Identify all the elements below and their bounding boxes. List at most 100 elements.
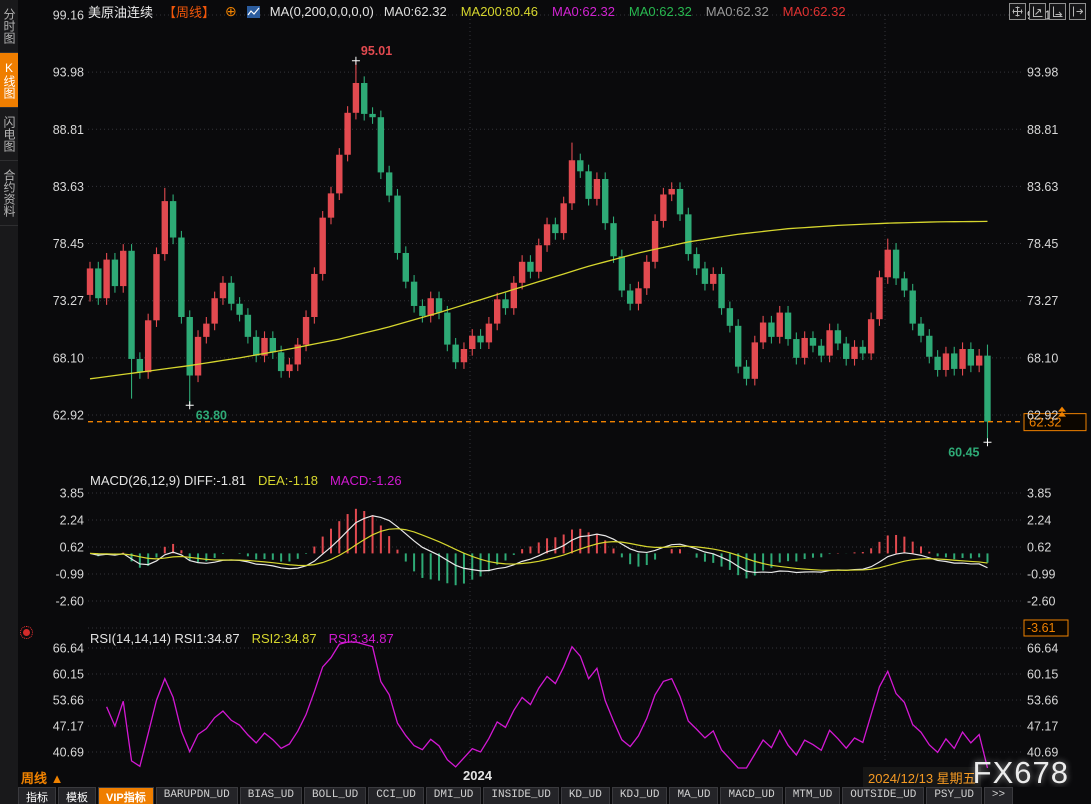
svg-text:-0.99: -0.99	[56, 568, 85, 582]
price-axis-labels: 99.1699.1693.9893.9888.8188.8183.6383.63…	[53, 9, 1059, 423]
candlestick-mini-icon	[246, 5, 260, 18]
ma-value-label: MA0:62.32	[628, 4, 692, 19]
svg-text:66.64: 66.64	[1027, 642, 1058, 656]
period-tag: 【周线】	[163, 5, 216, 20]
svg-text:73.27: 73.27	[53, 294, 84, 308]
svg-text:40.69: 40.69	[53, 746, 84, 760]
gridlines	[88, 14, 1022, 763]
sidebar-item-time-chart[interactable]: 分时图	[0, 0, 18, 53]
tab-DMI_UD[interactable]: DMI_UD	[425, 787, 482, 804]
svg-text:47.17: 47.17	[53, 720, 84, 734]
trading-app: 62.3295.0163.8060.4599.1699.1693.9893.98…	[0, 0, 1091, 804]
rsi-axis-labels: 66.64 66.64 60.15 60.15 53.66 53.66 47.17 47.17…	[53, 642, 1059, 760]
svg-text:0.62: 0.62	[60, 541, 84, 555]
svg-text:66.64: 66.64	[53, 642, 84, 656]
svg-text:62.92: 62.92	[53, 408, 84, 422]
svg-text:83.63: 83.63	[1027, 180, 1058, 194]
price-annotation: 95.01	[351, 44, 392, 65]
macd-macd-label: MACD:-1.26	[330, 473, 402, 488]
svg-text:-0.99: -0.99	[1027, 568, 1056, 582]
svg-text:-3.61: -3.61	[1027, 621, 1056, 635]
svg-text:73.27: 73.27	[1027, 294, 1058, 308]
macd-dea-label: DEA:-1.18	[258, 473, 319, 488]
svg-text:78.45: 78.45	[53, 237, 84, 251]
tab-OUTSIDE_UD[interactable]: OUTSIDE_UD	[842, 787, 925, 804]
sidebar-item-flash-chart[interactable]: 闪电图	[0, 108, 18, 161]
svg-text:2.24: 2.24	[60, 514, 84, 528]
ma-value-label: MA0:62.32	[705, 4, 769, 19]
sidebar-item-kline-chart[interactable]: K线图	[0, 53, 18, 108]
tab-BARUPDN_UD[interactable]: BARUPDN_UD	[155, 787, 238, 804]
price-annotation: 60.45	[948, 438, 992, 459]
svg-text:93.98: 93.98	[53, 66, 84, 80]
symbol-name: 美原油连续	[88, 5, 154, 20]
rsi-line	[106, 641, 989, 769]
x-axis-year-label: 2024	[463, 768, 492, 783]
svg-text:0.62: 0.62	[1027, 541, 1051, 555]
sidebar-item-contract-info[interactable]: 合约资料	[0, 161, 18, 226]
svg-text:47.17: 47.17	[1027, 720, 1058, 734]
tab-模板[interactable]: 模板	[58, 787, 96, 804]
macd-main-label: MACD(26,12,9) DIFF:-1.81	[90, 473, 247, 488]
ma-value-label: MA0:62.32	[782, 4, 846, 19]
tab-指标[interactable]: 指标	[18, 787, 56, 804]
tab-MA_UD[interactable]: MA_UD	[669, 787, 719, 804]
tab-PSY_UD[interactable]: PSY_UD	[926, 787, 982, 804]
pan-chart-icon[interactable]	[1009, 3, 1026, 20]
svg-text:88.81: 88.81	[53, 123, 84, 137]
ma-params-label: MA(0,200,0,0,0,0)	[269, 4, 374, 19]
cursor-date-label: 2024/12/13 星期五	[863, 767, 981, 788]
ma-value-label: MA0:62.32	[383, 4, 447, 19]
svg-text:60.15: 60.15	[53, 668, 84, 682]
shift-right-icon[interactable]	[1069, 3, 1086, 20]
fx678-watermark: FX678	[972, 755, 1069, 790]
svg-text:3.85: 3.85	[60, 487, 84, 501]
chart-canvas[interactable]: 62.3295.0163.8060.4599.1699.1693.9893.98…	[0, 0, 1091, 788]
chart-header: 美原油连续 【周线】 ⊕ MA(0,200,0,0,0,0) MA0:62.32…	[88, 2, 846, 21]
svg-text:93.98: 93.98	[1027, 66, 1058, 80]
chart-type-sidebar: 分时图 K线图 闪电图 合约资料	[0, 0, 18, 804]
tab-CCI_UD[interactable]: CCI_UD	[368, 787, 424, 804]
macd-bottom-tag: -3.61	[1023, 619, 1069, 637]
tab-MACD_UD[interactable]: MACD_UD	[720, 787, 783, 804]
price-annotation: 63.80	[185, 401, 227, 422]
svg-text:99.16: 99.16	[53, 9, 84, 23]
svg-text:63.80: 63.80	[196, 408, 227, 422]
svg-text:2.24: 2.24	[1027, 514, 1051, 528]
tab-MTM_UD[interactable]: MTM_UD	[784, 787, 841, 804]
tab-BIAS_UD[interactable]: BIAS_UD	[239, 787, 302, 804]
add-indicator-icon[interactable]: ⊕	[225, 3, 237, 20]
fit-horizontal-icon[interactable]	[1049, 3, 1066, 20]
svg-text:88.81: 88.81	[1027, 123, 1058, 137]
rsi3-label: RSI3:34.87	[328, 631, 394, 646]
candlestick-series	[86, 60, 991, 443]
tab-BOLL_UD[interactable]: BOLL_UD	[303, 787, 367, 804]
period-selector[interactable]: 周线 ▲	[21, 768, 63, 787]
svg-text:-2.60: -2.60	[56, 595, 85, 609]
svg-text:62.92: 62.92	[1027, 408, 1058, 422]
svg-text:78.45: 78.45	[1027, 237, 1058, 251]
rsi2-label: RSI2:34.87	[251, 631, 317, 646]
svg-text:95.01: 95.01	[361, 44, 392, 58]
ma-values: MA0:62.32 MA200:80.46 MA0:62.32 MA0:62.32 MA…	[384, 4, 846, 19]
chart-toolbar	[1009, 3, 1086, 20]
svg-text:-2.60: -2.60	[1027, 595, 1056, 609]
indicator-tab-bar: 指标 模板 VIP指标 BARUPDN_UD BIAS_UD BOLL_UD CCI_UD D…	[18, 787, 1091, 804]
tab-KD_UD[interactable]: KD_UD	[560, 787, 610, 804]
svg-text:60.15: 60.15	[1027, 668, 1058, 682]
svg-text:83.63: 83.63	[53, 180, 84, 194]
tab->>[interactable]: >>	[983, 787, 1014, 804]
alert-marker-icon	[20, 626, 33, 639]
macd-panel-header: MACD(26,12,9) DIFF:-1.81 DEA:-1.18 MACD:…	[90, 473, 402, 488]
tab-VIP指标[interactable]: VIP指标	[98, 787, 154, 804]
tab-INSIDE_UD[interactable]: INSIDE_UD	[483, 787, 559, 804]
svg-text:68.10: 68.10	[53, 351, 84, 365]
svg-text:3.85: 3.85	[1027, 487, 1051, 501]
ma-value-label: MA200:80.46	[460, 4, 539, 19]
tab-KDJ_UD[interactable]: KDJ_UD	[611, 787, 668, 804]
svg-text:53.66: 53.66	[1027, 694, 1058, 708]
fit-vertical-icon[interactable]	[1029, 3, 1046, 20]
svg-text:60.45: 60.45	[948, 445, 979, 459]
svg-text:68.10: 68.10	[1027, 351, 1058, 365]
ma-value-label: MA0:62.32	[552, 4, 615, 19]
